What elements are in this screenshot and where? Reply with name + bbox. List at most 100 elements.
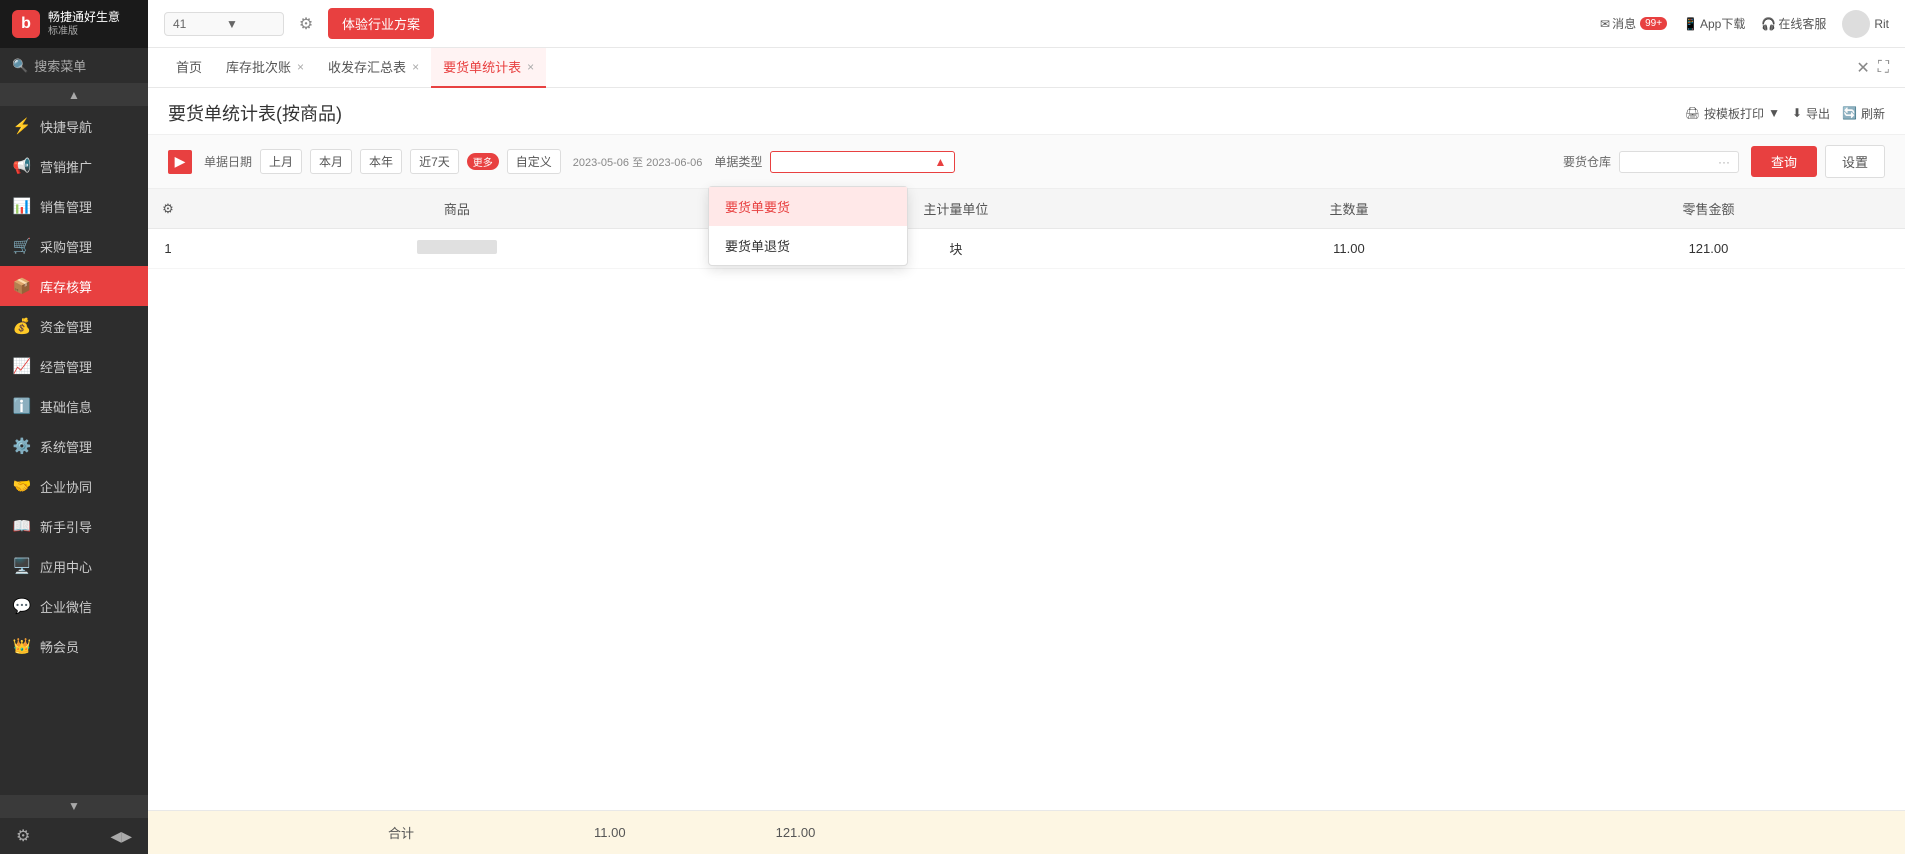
sidebar-item-新手引导[interactable]: 📖 新手引导 — [0, 506, 148, 546]
sidebar-item-label: 库存核算 — [40, 277, 92, 296]
collapse-icon[interactable]: ◀▶ — [110, 828, 132, 845]
dropdown-option-0[interactable]: 要货单要货 — [709, 187, 907, 226]
type-select[interactable]: ▲ — [770, 151, 955, 173]
refresh-btn[interactable]: 🔄 刷新 — [1842, 105, 1885, 122]
table-body: 1 块 11.00 121.00 — [148, 229, 1905, 269]
sidebar-item-label: 经营管理 — [40, 357, 92, 376]
sidebar-item-营销推广[interactable]: 📢 营销推广 — [0, 146, 148, 186]
sidebar-item-企业微信[interactable]: 💬 企业微信 — [0, 586, 148, 626]
sidebar-icon: 💰 — [12, 316, 32, 336]
type-filter-group: 单据类型 ▲ — [714, 151, 1551, 173]
sidebar-item-畅会员[interactable]: 👑 畅会员 — [0, 626, 148, 666]
export-btn[interactable]: ⬇ 导出 — [1792, 105, 1830, 122]
tabs-bar: 首页库存批次账× 收发存汇总表 × 要货单统计表 × ✕ ⛶ — [148, 48, 1905, 88]
page-title: 要货单统计表(按商品) — [168, 100, 342, 126]
sidebar-search[interactable]: 🔍 搜索菜单 — [0, 48, 148, 84]
row-num: 1 — [148, 229, 188, 269]
maximize-btn[interactable]: ⛶ — [1878, 59, 1889, 77]
tab-要货单统计表[interactable]: 要货单统计表 × — [431, 48, 546, 88]
date-filter-group: 单据日期 上月 本月 本年 近7天 更多 自定义 — [204, 149, 561, 174]
sidebar-item-label: 营销推广 — [40, 157, 92, 176]
sidebar-scroll-down[interactable]: ▼ — [0, 795, 148, 817]
filter-expand-btn[interactable]: ▶ — [168, 150, 192, 174]
query-btn[interactable]: 查询 — [1751, 146, 1817, 177]
page-header: 要货单统计表(按商品) 🖨 按模板打印 ▼ ⬇ 导出 🔄 刷新 — [148, 88, 1905, 135]
sidebar-icon: 🛒 — [12, 236, 32, 256]
message-badge: 99+ — [1640, 17, 1667, 30]
app-download-btn[interactable]: 📱 App下载 — [1683, 15, 1745, 32]
chevron-up-icon: ▲ — [934, 155, 946, 169]
sidebar-item-资金管理[interactable]: 💰 资金管理 — [0, 306, 148, 346]
sidebar-item-采购管理[interactable]: 🛒 采购管理 — [0, 226, 148, 266]
page: 要货单统计表(按商品) 🖨 按模板打印 ▼ ⬇ 导出 🔄 刷新 — [148, 88, 1905, 854]
tab-close-icon[interactable]: × — [412, 60, 419, 74]
table-footer: 合计 11.00 121.00 — [148, 810, 1905, 854]
dropdown-option-1[interactable]: 要货单退货 — [709, 226, 907, 265]
type-dropdown: 要货单要货要货单退货 — [708, 186, 908, 266]
sidebar-icon: 🤝 — [12, 476, 32, 496]
tab-label: 收发存汇总表 — [328, 57, 406, 76]
sidebar-item-库存核算[interactable]: 📦 库存核算 — [0, 266, 148, 306]
topbar-selector[interactable]: 41 ▼ — [164, 12, 284, 36]
data-table: ⚙ 商品 主计量单位 主数量 零售金额 1 块 11.00 121.00 — [148, 189, 1905, 269]
warehouse-filter: 要货仓库 ··· — [1563, 151, 1739, 173]
more-icon: ··· — [1718, 155, 1730, 169]
message-btn[interactable]: ✉ 消息 99+ — [1600, 15, 1667, 32]
tab-close-icon[interactable]: × — [527, 60, 534, 74]
sidebar-icon: 💬 — [12, 596, 32, 616]
warehouse-select[interactable]: ··· — [1619, 151, 1739, 173]
date-this-month-btn[interactable]: 本月 — [310, 149, 352, 174]
chevron-down-icon: ▼ — [226, 17, 275, 31]
online-service-btn[interactable]: 🎧 在线客服 — [1761, 15, 1826, 32]
sidebar-item-label: 采购管理 — [40, 237, 92, 256]
sidebar-item-label: 应用中心 — [40, 557, 92, 576]
sidebar-item-label: 企业协同 — [40, 477, 92, 496]
tab-收发存汇总表[interactable]: 收发存汇总表 × — [316, 48, 431, 88]
user-avatar[interactable]: Rit — [1842, 10, 1889, 38]
sidebar-item-label: 企业微信 — [40, 597, 92, 616]
headset-icon: 🎧 — [1761, 17, 1776, 31]
date-7days-btn[interactable]: 近7天 — [410, 149, 459, 174]
tab-首页[interactable]: 首页 — [164, 48, 214, 88]
sidebar-item-应用中心[interactable]: 🖥️ 应用中心 — [0, 546, 148, 586]
sidebar-icon: 📈 — [12, 356, 32, 376]
app-logo-text: 畅捷通好生意 标准版 — [48, 10, 120, 39]
close-all-btn[interactable]: ✕ — [1856, 58, 1869, 78]
sidebar-item-快捷导航[interactable]: ⚡ 快捷导航 — [0, 106, 148, 146]
sidebar-footer: ⚙ ◀▶ — [0, 817, 148, 854]
tab-close-icon[interactable]: × — [297, 60, 304, 74]
sidebar-item-基础信息[interactable]: ℹ️ 基础信息 — [0, 386, 148, 426]
tab-label: 要货单统计表 — [443, 57, 521, 76]
tab-库存批次账[interactable]: 库存批次账× — [214, 48, 316, 88]
type-input[interactable] — [779, 155, 934, 169]
table-header: ⚙ 商品 主计量单位 主数量 零售金额 — [148, 189, 1905, 229]
print-btn[interactable]: 🖨 按模板打印 ▼ — [1685, 105, 1780, 122]
main-content: 41 ▼ ⚙ 体验行业方案 ✉ 消息 99+ 📱 App下载 🎧 在线客服 R — [148, 0, 1905, 854]
settings-icon[interactable]: ⚙ — [16, 826, 30, 846]
sidebar-item-label: 基础信息 — [40, 397, 92, 416]
col-settings[interactable]: ⚙ — [148, 189, 188, 229]
sidebar: b 畅捷通好生意 标准版 🔍 搜索菜单 ▲ ⚡ 快捷导航 📢 营销推广 📊 销售… — [0, 0, 148, 854]
row-product — [188, 229, 726, 269]
sidebar-item-销售管理[interactable]: 📊 销售管理 — [0, 186, 148, 226]
sidebar-item-经营管理[interactable]: 📈 经营管理 — [0, 346, 148, 386]
col-product: 商品 — [188, 189, 726, 229]
date-prev-month-btn[interactable]: 上月 — [260, 149, 302, 174]
page-header-actions: 🖨 按模板打印 ▼ ⬇ 导出 🔄 刷新 — [1685, 105, 1885, 122]
sidebar-scroll-up[interactable]: ▲ — [0, 84, 148, 106]
row-amount: 121.00 — [1512, 229, 1905, 269]
topbar-gear-icon[interactable]: ⚙ — [292, 10, 320, 38]
sidebar-item-企业协同[interactable]: 🤝 企业协同 — [0, 466, 148, 506]
search-icon: 🔍 — [12, 58, 28, 74]
sidebar-item-系统管理[interactable]: ⚙️ 系统管理 — [0, 426, 148, 466]
tab-label: 首页 — [176, 57, 202, 76]
sidebar-icon: ⚙️ — [12, 436, 32, 456]
industry-btn[interactable]: 体验行业方案 — [328, 8, 434, 39]
message-icon: ✉ — [1600, 17, 1610, 31]
date-custom-btn[interactable]: 自定义 — [507, 149, 561, 174]
date-this-year-btn[interactable]: 本年 — [360, 149, 402, 174]
topbar-right: ✉ 消息 99+ 📱 App下载 🎧 在线客服 Rit — [1600, 10, 1889, 38]
date-more-badge[interactable]: 更多 — [467, 153, 499, 170]
settings-btn[interactable]: 设置 — [1825, 145, 1885, 178]
sidebar-icon: ⚡ — [12, 116, 32, 136]
